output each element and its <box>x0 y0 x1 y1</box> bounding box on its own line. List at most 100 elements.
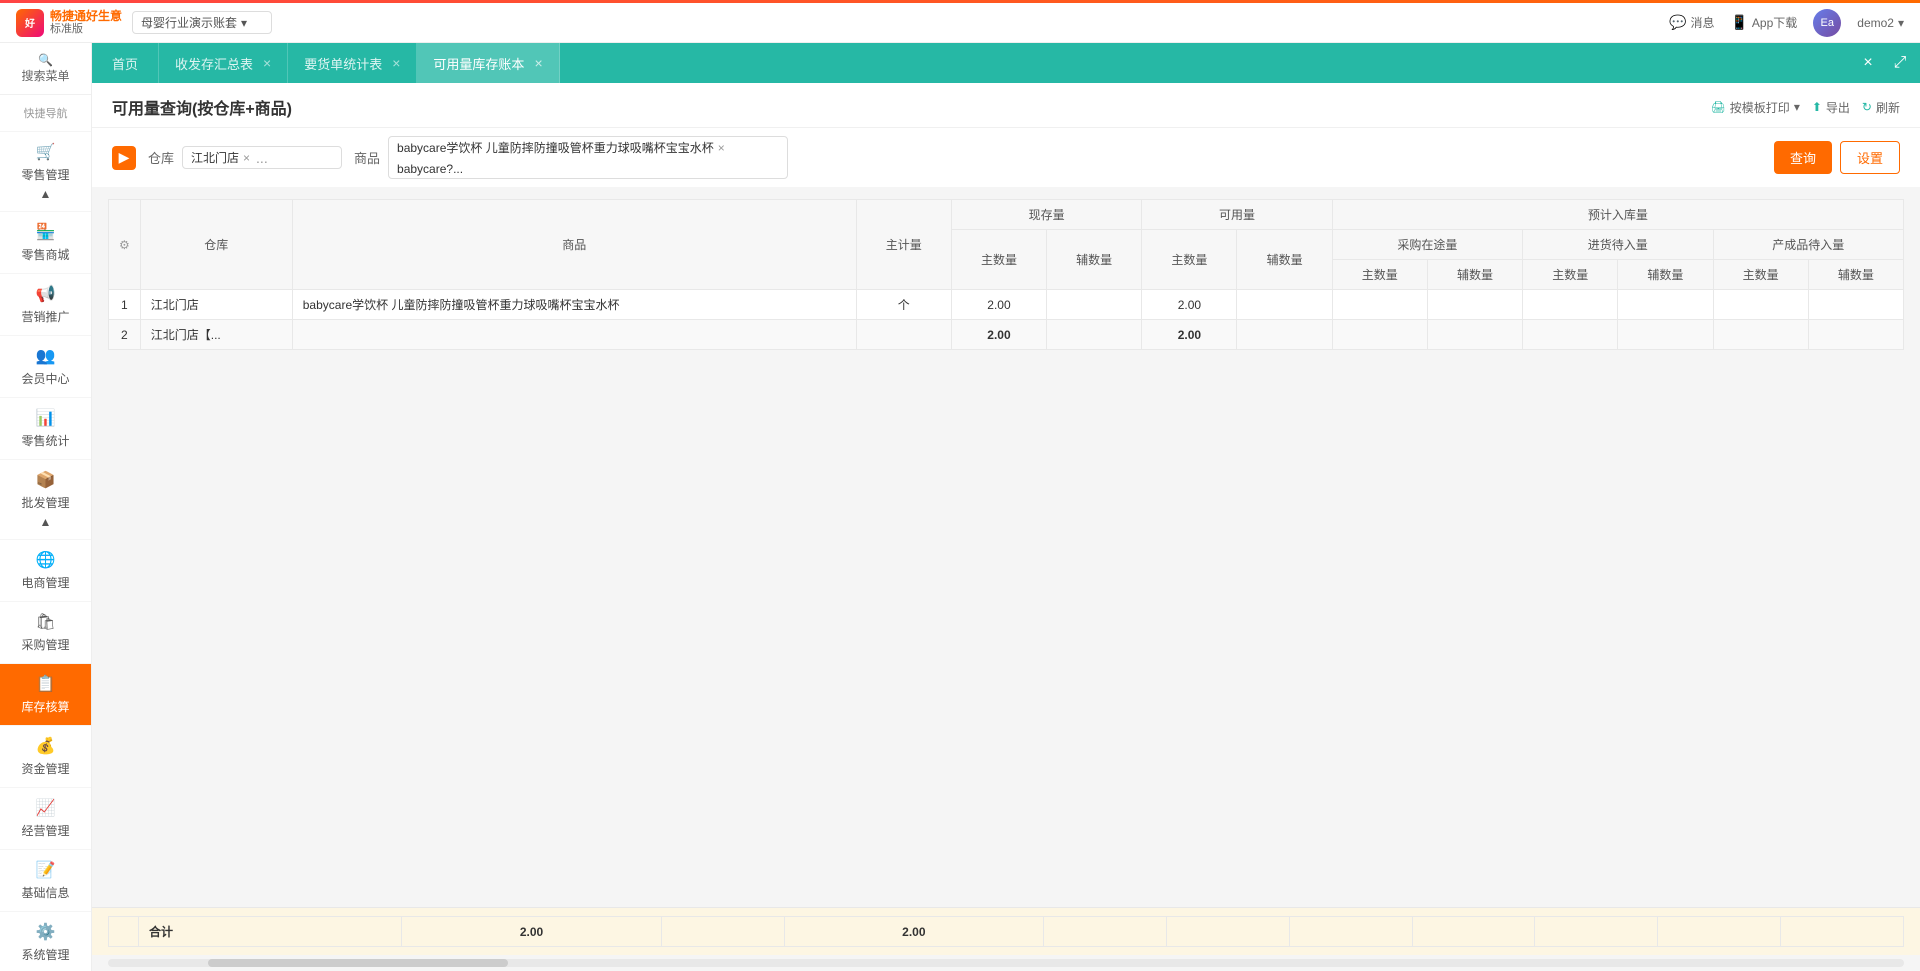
sidebar-item-online-shop[interactable]: 🏪 零售商城 <box>0 212 91 274</box>
avatar[interactable]: Ea <box>1813 9 1841 37</box>
row-1-purchase-main-qty <box>1332 290 1427 320</box>
warehouse-input[interactable]: 江北门店 × ... <box>182 146 342 169</box>
content-area: 首页 收发存汇总表 × 要货单统计表 × 可用量库存账本 × × ⤢ <box>92 43 1920 971</box>
sidebar-search-button[interactable]: 🔍 搜索菜单 <box>0 43 91 95</box>
row-2-product <box>292 320 856 350</box>
chevron-down-icon: ▾ <box>1898 16 1904 30</box>
tab-receive-send[interactable]: 收发存汇总表 × <box>159 43 288 83</box>
template-print-button[interactable]: 🖨 按模板打印 ▾ <box>1711 99 1800 116</box>
col-available-aux-qty-header: 辅数量 <box>1237 230 1332 290</box>
filter-actions: 查询 设置 <box>1774 141 1900 174</box>
row-1-main-unit: 个 <box>856 290 951 320</box>
warehouse-label: 仓库 <box>148 148 174 167</box>
tab-close-available-inventory[interactable]: × <box>534 55 542 71</box>
row-2-purchase-main-qty <box>1332 320 1427 350</box>
sidebar-item-retail-stats[interactable]: 📊 零售统计 <box>0 398 91 460</box>
tab-bar: 首页 收发存汇总表 × 要货单统计表 × 可用量库存账本 × × ⤢ <box>92 43 1920 83</box>
sidebar-item-basic-info[interactable]: 📝 基础信息 <box>0 850 91 912</box>
row-2-production-aux-qty <box>1808 320 1903 350</box>
finance-icon: 💰 <box>36 736 56 756</box>
sidebar-item-zero-sales[interactable]: 🛒 零售管理 ▲ <box>0 132 91 212</box>
tab-close-order-stats[interactable]: × <box>392 55 400 71</box>
settings-icon[interactable]: ⚙ <box>119 238 130 252</box>
col-incoming-main-qty-header: 主数量 <box>1523 260 1618 290</box>
product-label: 商品 <box>354 148 380 167</box>
total-current-main-qty: 2.00 <box>402 917 661 947</box>
sidebar: 🔍 搜索菜单 快捷导航 🛒 零售管理 ▲ 🏪 零售商城 📢 营销推广 👥 会员中… <box>0 43 92 971</box>
user-name[interactable]: demo2 ▾ <box>1857 16 1904 30</box>
logo-icon: 好 <box>16 9 44 37</box>
row-1-available-main-qty: 2.00 <box>1142 290 1237 320</box>
refresh-button[interactable]: ↻ 刷新 <box>1862 99 1900 116</box>
settings-button[interactable]: 设置 <box>1840 141 1900 174</box>
export-button[interactable]: ⬆ 导出 <box>1812 99 1850 116</box>
sidebar-item-inventory[interactable]: 📋 库存核算 <box>0 664 91 726</box>
tab-close-all-button[interactable]: × <box>1856 51 1880 75</box>
table-row: 1 江北门店 babycare学饮杯 儿童防摔防撞吸管杯重力球吸嘴杯宝宝水杯 个… <box>109 290 1904 320</box>
remove-product-tag-1[interactable]: × <box>718 141 725 155</box>
tab-home[interactable]: 首页 <box>92 43 159 83</box>
tab-available-inventory[interactable]: 可用量库存账本 × <box>417 43 559 83</box>
warehouse-ellipsis[interactable]: ... <box>256 150 268 166</box>
product-input[interactable]: babycare学饮杯 儿童防摔防撞吸管杯重力球吸嘴杯宝宝水杯 × babyca… <box>388 136 788 179</box>
tab-expand-button[interactable]: ⤢ <box>1888 51 1912 75</box>
sidebar-item-system[interactable]: ⚙️ 系统管理 <box>0 912 91 971</box>
top-bar: 好 畅捷通好生意 标准版 母婴行业演示账套 ▾ 💬 消息 📱 App下载 Ea … <box>0 3 1920 43</box>
top-bar-right: 💬 消息 📱 App下载 Ea demo2 ▾ <box>1669 9 1904 37</box>
logo-area: 好 畅捷通好生意 标准版 <box>16 9 122 37</box>
row-1-incoming-aux-qty <box>1618 290 1713 320</box>
table-footer: 合计 2.00 2.00 <box>92 907 1920 955</box>
marketing-icon: 📢 <box>36 284 56 304</box>
tab-order-stats[interactable]: 要货单统计表 × <box>288 43 417 83</box>
filter-expand-button[interactable]: ▶ <box>112 146 136 170</box>
download-icon: 📱 <box>1730 14 1747 31</box>
col-current-main-qty-header: 主数量 <box>951 230 1046 290</box>
app-download-button[interactable]: 📱 App下载 <box>1730 14 1797 31</box>
col-production-main-qty-header: 主数量 <box>1713 260 1808 290</box>
logo-text: 畅捷通好生意 标准版 <box>50 9 122 37</box>
row-1-current-aux-qty <box>1047 290 1142 320</box>
product-tag-1: babycare学饮杯 儿童防摔防撞吸管杯重力球吸嘴杯宝宝水杯 × <box>397 139 725 156</box>
retail-icon: 🛒 <box>36 142 56 162</box>
sidebar-item-nav-label: 快捷导航 <box>0 95 91 132</box>
message-button[interactable]: 💬 消息 <box>1669 14 1714 31</box>
row-1-production-main-qty <box>1713 290 1808 320</box>
wholesale-icon: 📦 <box>36 470 56 490</box>
ecommerce-icon: 🌐 <box>36 550 56 570</box>
row-1-product: babycare学饮杯 儿童防摔防撞吸管杯重力球吸嘴杯宝宝水杯 <box>292 290 856 320</box>
total-available-main-qty: 2.00 <box>784 917 1043 947</box>
row-1-production-aux-qty <box>1808 290 1903 320</box>
stats-icon: 📊 <box>36 408 56 428</box>
data-table: ⚙ 仓库 商品 主计量 现存量 可用量 预计入库量 主数量 辅数量 <box>108 199 1904 350</box>
page-content: 可用量查询(按仓库+商品) 🖨 按模板打印 ▾ ⬆ 导出 ↻ 刷新 <box>92 83 1920 971</box>
row-2-production-main-qty <box>1713 320 1808 350</box>
main-layout: 🔍 搜索菜单 快捷导航 🛒 零售管理 ▲ 🏪 零售商城 📢 营销推广 👥 会员中… <box>0 43 1920 971</box>
sidebar-item-operations[interactable]: 📈 经营管理 <box>0 788 91 850</box>
warehouse-filter-group: 仓库 江北门店 × ... <box>148 146 342 169</box>
table-container: ⚙ 仓库 商品 主计量 现存量 可用量 预计入库量 主数量 辅数量 <box>92 187 1920 907</box>
remove-warehouse-tag[interactable]: × <box>243 151 250 165</box>
row-1-seq: 1 <box>109 290 141 320</box>
sidebar-item-purchase[interactable]: 🛍 采购管理 <box>0 602 91 664</box>
scroll-thumb[interactable] <box>208 959 508 967</box>
query-button[interactable]: 查询 <box>1774 141 1832 174</box>
sidebar-item-ecommerce[interactable]: 🌐 电商管理 <box>0 540 91 602</box>
tab-close-receive-send[interactable]: × <box>263 55 271 71</box>
sidebar-item-marketing[interactable]: 📢 营销推广 <box>0 274 91 336</box>
sidebar-item-wholesale[interactable]: 📦 批发管理 ▲ <box>0 460 91 540</box>
col-expected-in-header: 预计入库量 <box>1332 200 1903 230</box>
row-1-incoming-main-qty <box>1523 290 1618 320</box>
row-1-current-main-qty: 2.00 <box>951 290 1046 320</box>
row-2-current-aux-qty <box>1047 320 1142 350</box>
sidebar-item-finance[interactable]: 💰 资金管理 <box>0 726 91 788</box>
col-available-header: 可用量 <box>1142 200 1332 230</box>
product-filter-group: 商品 babycare学饮杯 儿童防摔防撞吸管杯重力球吸嘴杯宝宝水杯 × bab… <box>354 136 788 179</box>
refresh-icon: ↻ <box>1862 100 1872 114</box>
industry-selector[interactable]: 母婴行业演示账套 ▾ <box>132 11 272 34</box>
row-2-main-unit <box>856 320 951 350</box>
scroll-track[interactable] <box>108 959 1904 967</box>
message-icon: 💬 <box>1669 14 1686 31</box>
top-bar-left: 好 畅捷通好生意 标准版 母婴行业演示账套 ▾ <box>16 9 272 37</box>
sidebar-item-member[interactable]: 👥 会员中心 <box>0 336 91 398</box>
col-settings-header[interactable]: ⚙ <box>109 200 141 290</box>
